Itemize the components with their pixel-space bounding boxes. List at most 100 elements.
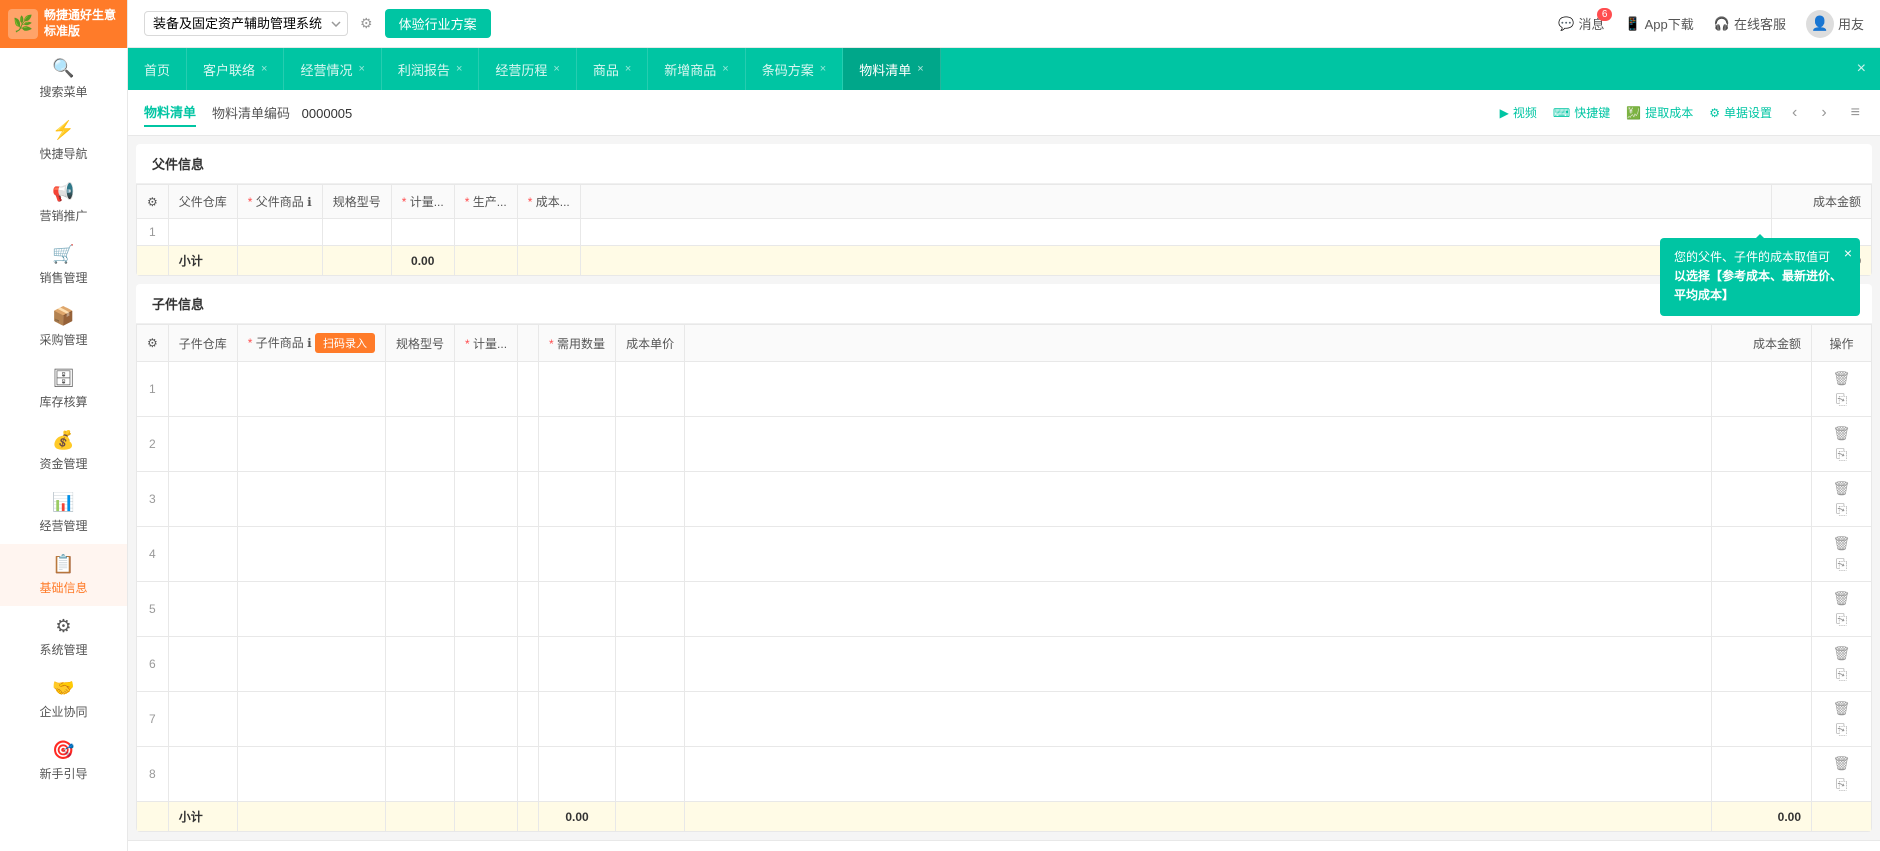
close-all-button[interactable]: × xyxy=(1851,60,1872,78)
child-qty-cell[interactable] xyxy=(539,637,616,692)
online-service-action[interactable]: 🎧 在线客服 xyxy=(1714,14,1786,33)
child-unit-cost-cell[interactable] xyxy=(616,637,685,692)
experience-button[interactable]: 体验行业方案 xyxy=(385,9,491,38)
sidebar-item-operations[interactable]: 📊 经营管理 xyxy=(0,482,127,544)
copy-button[interactable]: ⎘ xyxy=(1832,499,1851,520)
tab-operations[interactable]: 经营情况 × xyxy=(284,48,381,90)
copy-button[interactable]: ⎘ xyxy=(1832,664,1851,685)
prev-button[interactable]: ‹ xyxy=(1788,102,1801,124)
menu-button[interactable]: ≡ xyxy=(1847,102,1864,124)
child-col-settings[interactable]: ⚙ xyxy=(137,325,169,362)
copy-button[interactable]: ⎘ xyxy=(1832,719,1851,740)
system-settings-button[interactable]: ⚙ xyxy=(356,13,377,34)
child-spec-cell[interactable] xyxy=(386,362,455,417)
view-action[interactable]: ▶ 视频 xyxy=(1500,104,1537,121)
tab-goods[interactable]: 商品 × xyxy=(577,48,648,90)
tab-new-goods[interactable]: 新增商品 × xyxy=(648,48,745,90)
tab-barcode[interactable]: 条码方案 × xyxy=(746,48,843,90)
child-product-cell[interactable] xyxy=(237,747,385,802)
child-warehouse-cell[interactable] xyxy=(168,582,237,637)
child-product-cell[interactable] xyxy=(237,637,385,692)
parent-product-cell[interactable] xyxy=(237,219,322,246)
child-unit-cell[interactable] xyxy=(455,417,518,472)
cost-action[interactable]: 💹 提取成本 xyxy=(1626,104,1693,121)
child-product-cell[interactable] xyxy=(237,417,385,472)
delete-button[interactable]: 🗑 xyxy=(1829,753,1855,774)
message-action[interactable]: 💬 消息 6 xyxy=(1558,14,1604,33)
tab-profit-close[interactable]: × xyxy=(456,63,462,75)
next-button[interactable]: › xyxy=(1817,102,1830,124)
system-selector[interactable]: 装备及固定资产辅助管理系统 xyxy=(144,11,348,36)
tab-operations-close[interactable]: × xyxy=(358,63,364,75)
parent-warehouse-cell[interactable] xyxy=(168,219,237,246)
delete-button[interactable]: 🗑 xyxy=(1829,478,1855,499)
tab-goods-close[interactable]: × xyxy=(625,63,631,75)
sub-tab-bom-code[interactable]: 物料清单编码 0000005 xyxy=(212,99,352,126)
child-unit-cell[interactable] xyxy=(455,692,518,747)
child-qty-cell[interactable] xyxy=(539,362,616,417)
child-warehouse-cell[interactable] xyxy=(168,527,237,582)
tab-barcode-close[interactable]: × xyxy=(820,63,826,75)
settings-action[interactable]: ⚙ 单据设置 xyxy=(1709,104,1772,121)
child-product-cell[interactable] xyxy=(237,472,385,527)
app-download-action[interactable]: 📱 App下载 xyxy=(1624,14,1693,33)
sidebar-item-inventory[interactable]: 🗄 库存核算 xyxy=(0,358,127,420)
sidebar-item-sales[interactable]: 🛒 销售管理 xyxy=(0,234,127,296)
scan-button[interactable]: 扫码录入 xyxy=(315,333,375,353)
sidebar-item-search[interactable]: 🔍 搜索菜单 xyxy=(0,48,127,110)
sidebar-item-basic[interactable]: 📋 基础信息 xyxy=(0,544,127,606)
delete-button[interactable]: 🗑 xyxy=(1829,423,1855,444)
delete-button[interactable]: 🗑 xyxy=(1829,533,1855,554)
child-spec-cell[interactable] xyxy=(386,637,455,692)
parent-cost-cell[interactable] xyxy=(517,219,580,246)
shortcut-action[interactable]: ⌨ 快捷键 xyxy=(1553,104,1610,121)
tab-history-close[interactable]: × xyxy=(553,63,559,75)
child-warehouse-cell[interactable] xyxy=(168,362,237,417)
parent-col-settings[interactable]: ⚙ xyxy=(137,185,169,219)
child-product-cell[interactable] xyxy=(237,692,385,747)
child-warehouse-cell[interactable] xyxy=(168,747,237,802)
child-warehouse-cell[interactable] xyxy=(168,692,237,747)
child-unit-cell[interactable] xyxy=(455,637,518,692)
tab-bom-close[interactable]: × xyxy=(917,63,923,75)
sidebar-item-marketing[interactable]: 📢 营销推广 xyxy=(0,172,127,234)
child-unit-cell[interactable] xyxy=(455,527,518,582)
child-unit-cost-cell[interactable] xyxy=(616,362,685,417)
tab-new-goods-close[interactable]: × xyxy=(722,63,728,75)
tooltip-close-button[interactable]: × xyxy=(1844,242,1852,264)
child-unit-cell[interactable] xyxy=(455,582,518,637)
parent-spec-cell[interactable] xyxy=(322,219,391,246)
child-unit-cost-cell[interactable] xyxy=(616,582,685,637)
child-unit-cost-cell[interactable] xyxy=(616,692,685,747)
tab-customer[interactable]: 客户联络 × xyxy=(187,48,284,90)
copy-button[interactable]: ⎘ xyxy=(1832,444,1851,465)
child-spec-cell[interactable] xyxy=(386,527,455,582)
copy-button[interactable]: ⎘ xyxy=(1832,774,1851,795)
child-unit-cost-cell[interactable] xyxy=(616,527,685,582)
copy-button[interactable]: ⎘ xyxy=(1832,554,1851,575)
tab-history[interactable]: 经营历程 × xyxy=(479,48,576,90)
sub-tab-bom-list[interactable]: 物料清单 xyxy=(144,98,196,127)
child-qty-cell[interactable] xyxy=(539,692,616,747)
child-unit-cell[interactable] xyxy=(455,472,518,527)
child-warehouse-cell[interactable] xyxy=(168,637,237,692)
child-product-cell[interactable] xyxy=(237,362,385,417)
sidebar-item-guide[interactable]: 🎯 新手引导 xyxy=(0,730,127,792)
child-unit-cost-cell[interactable] xyxy=(616,747,685,802)
parent-unit-cell[interactable] xyxy=(391,219,454,246)
child-qty-cell[interactable] xyxy=(539,747,616,802)
child-unit-cell[interactable] xyxy=(455,747,518,802)
child-qty-cell[interactable] xyxy=(539,417,616,472)
copy-button[interactable]: ⎘ xyxy=(1832,389,1851,410)
child-spec-cell[interactable] xyxy=(386,747,455,802)
child-warehouse-cell[interactable] xyxy=(168,417,237,472)
child-qty-cell[interactable] xyxy=(539,582,616,637)
child-spec-cell[interactable] xyxy=(386,472,455,527)
sidebar-item-finance[interactable]: 💰 资金管理 xyxy=(0,420,127,482)
sidebar-item-collab[interactable]: 🤝 企业协同 xyxy=(0,668,127,730)
child-product-cell[interactable] xyxy=(237,582,385,637)
sidebar-item-purchase[interactable]: 📦 采购管理 xyxy=(0,296,127,358)
child-spec-cell[interactable] xyxy=(386,417,455,472)
delete-button[interactable]: 🗑 xyxy=(1829,588,1855,609)
sidebar-item-quick-nav[interactable]: ⚡ 快捷导航 xyxy=(0,110,127,172)
